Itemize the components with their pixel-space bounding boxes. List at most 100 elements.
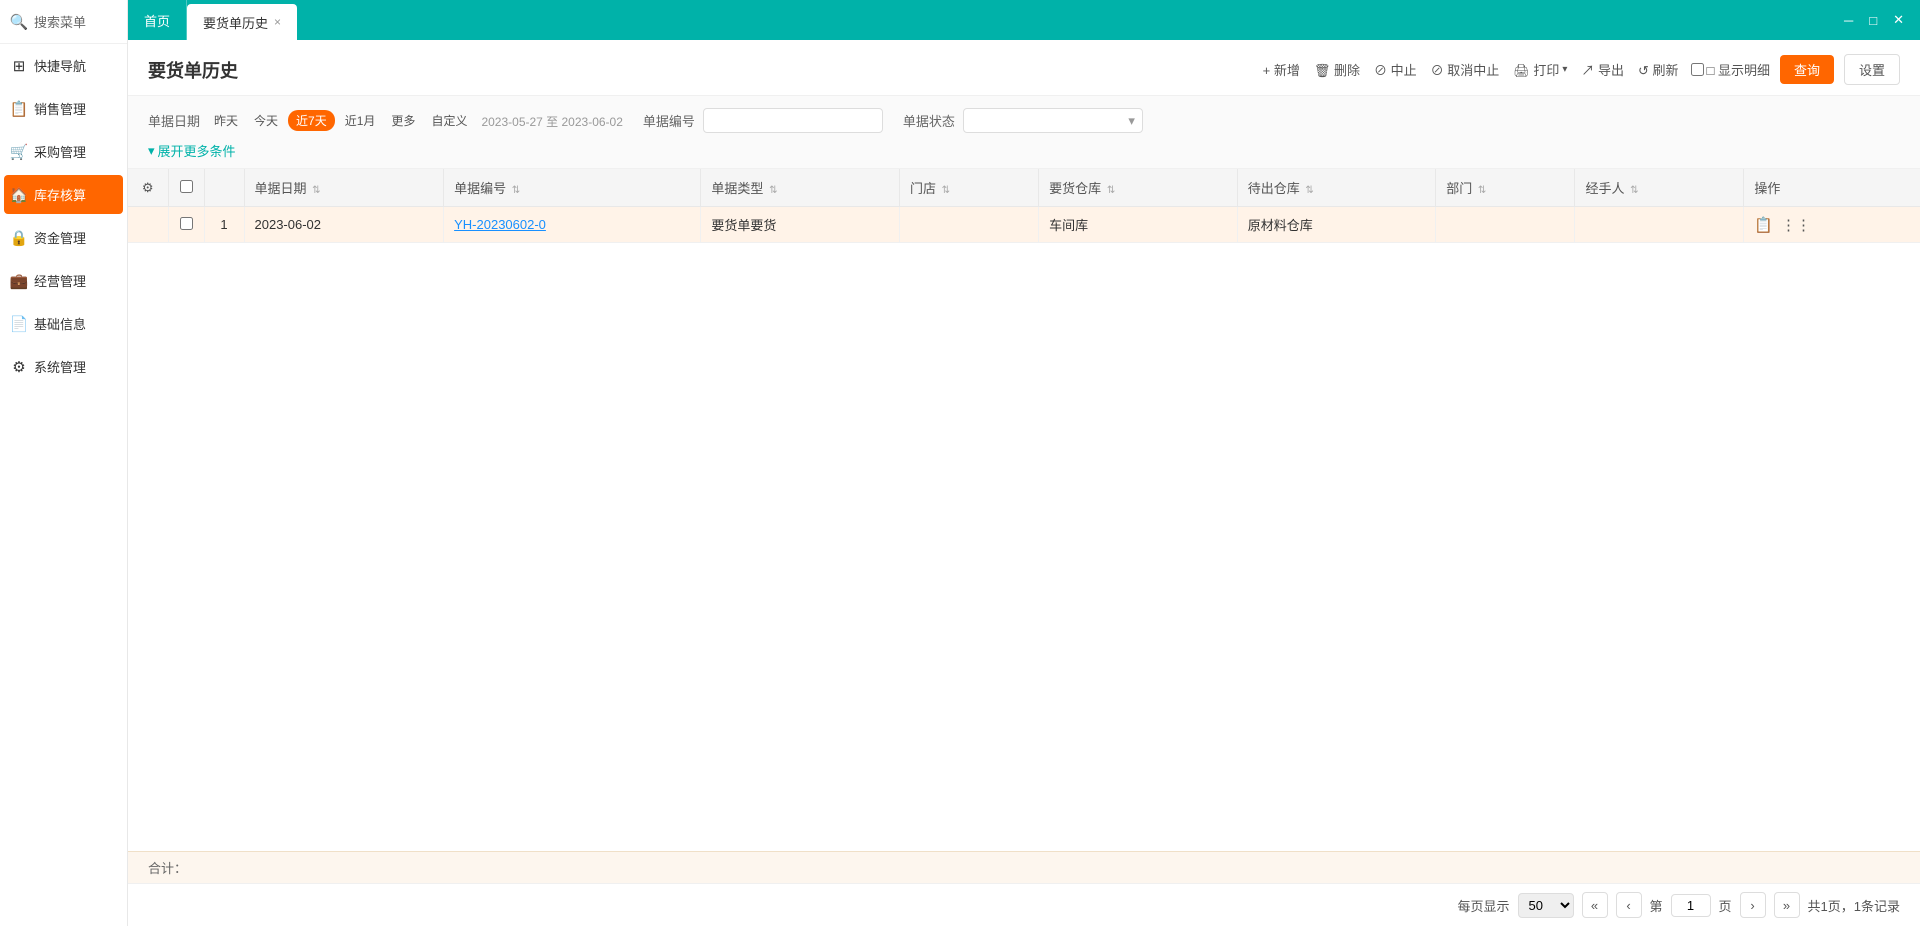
date-filter-group: 单据日期 昨天 今天 近7天 近1月 更多 自定义 2023-05-27 至 2… xyxy=(148,110,623,131)
doc-no-label: 单据编号 xyxy=(643,111,695,130)
th-pending-warehouse[interactable]: 待出仓库 ⇅ xyxy=(1237,169,1436,207)
sidebar-item-inventory[interactable]: 🏠 库存核算 xyxy=(4,175,123,214)
cell-settings xyxy=(128,207,168,243)
topbar-close[interactable]: ✕ xyxy=(1893,12,1904,28)
stop-button[interactable]: ⊘ 中止 xyxy=(1372,56,1419,83)
filter-bar: 单据日期 昨天 今天 近7天 近1月 更多 自定义 2023-05-27 至 2… xyxy=(128,96,1920,169)
th-department-sort-icon: ⇅ xyxy=(1478,185,1486,196)
topbar-minimize[interactable]: ─ xyxy=(1844,13,1853,28)
inventory-icon: 🏠 xyxy=(10,186,28,204)
date-btn-7days[interactable]: 近7天 xyxy=(288,110,335,131)
th-department-label: 部门 xyxy=(1446,181,1472,196)
sidebar-item-operations[interactable]: 💼 经营管理 xyxy=(0,259,127,302)
sidebar-item-finance[interactable]: 🔒 资金管理 xyxy=(0,216,127,259)
th-date[interactable]: 单据日期 ⇅ xyxy=(244,169,444,207)
sidebar-item-quick-nav[interactable]: ⊞ 快捷导航 xyxy=(0,44,127,87)
new-button[interactable]: + 新增 xyxy=(1261,56,1302,83)
doc-no-link[interactable]: YH-20230602-0 xyxy=(454,217,546,232)
prev-page-btn[interactable]: ‹ xyxy=(1616,892,1642,918)
th-checkbox xyxy=(168,169,204,207)
settings-label: 设置 xyxy=(1859,60,1885,79)
cell-department xyxy=(1436,207,1575,243)
sidebar-item-purchase[interactable]: 🛒 采购管理 xyxy=(0,130,127,173)
doc-status-select-wrap: ▾ xyxy=(963,108,1143,133)
expand-label: 展开更多条件 xyxy=(158,141,236,160)
doc-status-select[interactable] xyxy=(963,108,1143,133)
toolbar: + 新增 🗑 删除 ⊘ 中止 ⊘ 取消中止 🖨 打印 ▾ ↗ 导出 xyxy=(1261,54,1900,85)
pagination-bar: 每页显示 10 20 50 100 « ‹ 第 页 › » 共1页，1条记录 xyxy=(128,883,1920,926)
action-edit-icon[interactable]: 📋 xyxy=(1754,216,1773,234)
finance-icon: 🔒 xyxy=(10,229,28,247)
sidebar-item-system[interactable]: ⚙ 系统管理 xyxy=(0,345,127,388)
search-menu[interactable]: 🔍 搜索菜单 xyxy=(0,0,127,44)
tab-home[interactable]: 首页 xyxy=(128,0,187,40)
cell-action: 📋 ⋮⋮ xyxy=(1744,207,1920,243)
th-req-warehouse-sort-icon: ⇅ xyxy=(1107,185,1115,196)
date-btn-yesterday[interactable]: 昨天 xyxy=(208,110,244,131)
th-store[interactable]: 门店 ⇅ xyxy=(899,169,1038,207)
query-button[interactable]: 查询 xyxy=(1780,55,1834,84)
quick-nav-icon: ⊞ xyxy=(10,57,28,75)
cell-req-warehouse: 车间库 xyxy=(1039,207,1238,243)
th-store-sort-icon: ⇅ xyxy=(942,185,950,196)
cancel-stop-button[interactable]: ⊘ 取消中止 xyxy=(1429,56,1502,83)
th-req-warehouse[interactable]: 要货仓库 ⇅ xyxy=(1039,169,1238,207)
current-page-label: 第 xyxy=(1650,896,1663,915)
sidebar-item-label: 快捷导航 xyxy=(34,56,86,75)
date-btn-custom[interactable]: 自定义 xyxy=(425,110,473,131)
table-row[interactable]: 1 2023-06-02 YH-20230602-0 要货单要货 车间库 原材料… xyxy=(128,207,1920,243)
page-number-input[interactable] xyxy=(1671,894,1711,917)
date-btn-today[interactable]: 今天 xyxy=(248,110,284,131)
page-title: 要货单历史 xyxy=(148,57,238,83)
basic-info-icon: 📄 xyxy=(10,315,28,333)
main-area: 首页 要货单历史 × ─ □ ✕ 要货单历史 + 新增 🗑 删除 ⊘ 中 xyxy=(128,0,1920,926)
refresh-label: ↺ 刷新 xyxy=(1638,60,1679,79)
doc-no-input[interactable] xyxy=(703,108,883,133)
export-button[interactable]: ↗ 导出 xyxy=(1579,56,1626,83)
date-btn-more[interactable]: 更多 xyxy=(385,110,421,131)
settings-button[interactable]: 设置 xyxy=(1844,54,1900,85)
cell-checkbox xyxy=(168,207,204,243)
sidebar-item-sales[interactable]: 📋 销售管理 xyxy=(0,87,127,130)
doc-no-filter-group: 单据编号 xyxy=(643,108,883,133)
topbar-right: ─ □ ✕ xyxy=(1844,12,1920,28)
refresh-button[interactable]: ↺ 刷新 xyxy=(1636,56,1681,83)
sidebar-item-label: 采购管理 xyxy=(34,142,86,161)
th-doc-no[interactable]: 单据编号 ⇅ xyxy=(444,169,701,207)
th-pending-warehouse-sort-icon: ⇅ xyxy=(1305,185,1313,196)
search-menu-label: 搜索菜单 xyxy=(34,12,86,31)
total-label: 共1页，1条记录 xyxy=(1808,896,1900,915)
expand-more-btn[interactable]: ▾ 展开更多条件 xyxy=(148,141,1900,160)
date-btn-1month[interactable]: 近1月 xyxy=(339,110,382,131)
th-doc-type[interactable]: 单据类型 ⇅ xyxy=(701,169,900,207)
data-table: ⚙ 单据日期 ⇅ 单据编号 ⇅ xyxy=(128,169,1920,243)
action-more-icon[interactable]: ⋮⋮ xyxy=(1781,216,1811,234)
sidebar-item-label: 资金管理 xyxy=(34,228,86,247)
expand-icon: ▾ xyxy=(148,143,155,159)
print-dropdown-icon: ▾ xyxy=(1562,64,1567,75)
tab-close-btn[interactable]: × xyxy=(274,15,281,29)
tab-active[interactable]: 要货单历史 × xyxy=(187,4,297,40)
first-page-btn[interactable]: « xyxy=(1582,892,1608,918)
last-page-btn[interactable]: » xyxy=(1774,892,1800,918)
delete-button[interactable]: 🗑 删除 xyxy=(1312,56,1362,83)
sidebar-item-basic-info[interactable]: 📄 基础信息 xyxy=(0,302,127,345)
cell-doc-no: YH-20230602-0 xyxy=(444,207,701,243)
th-handler[interactable]: 经手人 ⇅ xyxy=(1575,169,1744,207)
display-detail-checkbox[interactable] xyxy=(1691,63,1704,76)
print-button[interactable]: 🖨 打印 ▾ xyxy=(1511,56,1569,83)
th-action: 操作 xyxy=(1744,169,1920,207)
th-settings[interactable]: ⚙ xyxy=(128,169,168,207)
date-buttons: 昨天 今天 近7天 近1月 更多 自定义 xyxy=(208,110,473,131)
select-all-checkbox[interactable] xyxy=(180,180,193,193)
th-department[interactable]: 部门 ⇅ xyxy=(1436,169,1575,207)
display-detail-button[interactable]: □ 显示明细 xyxy=(1691,60,1770,79)
topbar-maximize[interactable]: □ xyxy=(1869,13,1877,28)
next-page-btn[interactable]: › xyxy=(1740,892,1766,918)
row-checkbox[interactable] xyxy=(180,217,193,230)
operations-icon: 💼 xyxy=(10,272,28,290)
th-num xyxy=(204,169,244,207)
page-size-select[interactable]: 10 20 50 100 xyxy=(1518,893,1574,918)
topbar: 首页 要货单历史 × ─ □ ✕ xyxy=(128,0,1920,40)
new-label: + 新增 xyxy=(1263,60,1300,79)
